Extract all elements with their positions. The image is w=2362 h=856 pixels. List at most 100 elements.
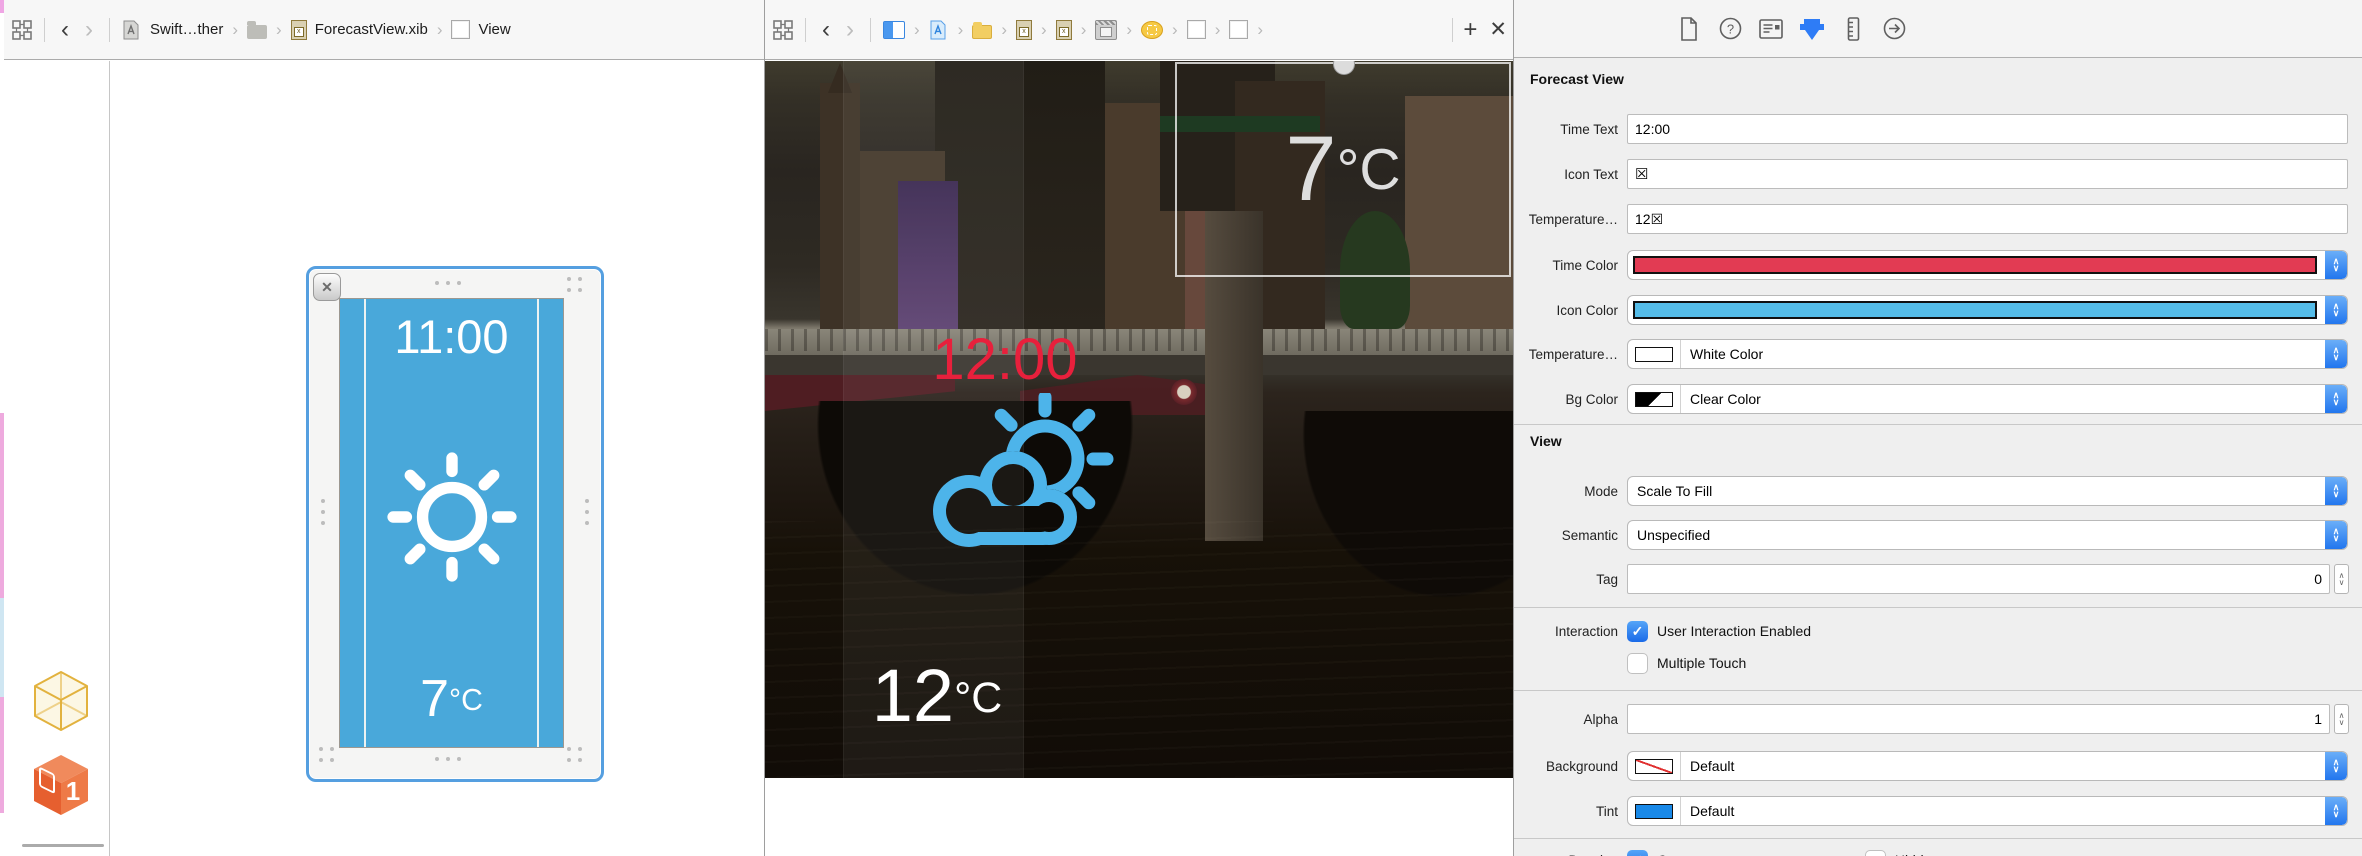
related-items-icon[interactable] [12, 19, 32, 40]
app-target-icon[interactable] [929, 20, 949, 40]
first-responder-icon[interactable]: 1 [32, 753, 90, 822]
resize-handle-dots[interactable] [435, 281, 439, 285]
assistant-jump-bar: ‹ › › › › x › x › › › › › + ✕ [765, 0, 1513, 60]
xib-file-icon: x [290, 19, 307, 40]
divider [870, 17, 871, 42]
add-assistant-button[interactable]: + [1457, 17, 1483, 42]
icon-text-field[interactable]: ☒ [1627, 159, 2348, 189]
field-label: Alpha [1583, 711, 1618, 727]
resize-handle-dots[interactable] [567, 747, 571, 751]
quick-help-inspector-tab[interactable]: ? [1718, 17, 1742, 41]
xib-file-icon[interactable]: x [1055, 19, 1072, 40]
resize-handle-dots[interactable] [319, 747, 323, 751]
forward-button[interactable]: › [81, 17, 97, 42]
counterparts-icon[interactable] [883, 20, 905, 39]
partly-cloudy-icon[interactable] [917, 390, 1117, 578]
connections-inspector-tab[interactable] [1882, 17, 1906, 41]
popup-arrows[interactable]: ∧ ∨ [2325, 477, 2347, 505]
view-icon[interactable] [1229, 20, 1249, 39]
alpha-field[interactable]: 1 [1627, 704, 2330, 734]
forward-button[interactable]: › [842, 17, 858, 42]
field-label: Temperature… [1528, 211, 1618, 227]
selection-knob[interactable] [1333, 61, 1355, 75]
related-items-icon[interactable] [773, 19, 793, 40]
temperature-label[interactable]: 7°C [420, 669, 483, 729]
bg-color-popup[interactable]: Clear Color ∧ ∨ [1627, 384, 2348, 414]
breadcrumb-project[interactable]: Swift…ther [150, 21, 223, 38]
color-swatch-button[interactable] [1628, 385, 1681, 413]
time-color-well[interactable]: ∧ ∨ [1627, 250, 2348, 280]
resize-handle-dots[interactable] [585, 499, 589, 503]
background-popup[interactable]: Default ∧ ∨ [1627, 751, 2348, 781]
clear-color-swatch [1635, 391, 1673, 407]
field-label: Temperature… [1528, 346, 1618, 362]
multiple-touch-checkbox[interactable] [1627, 652, 1648, 674]
icon-color-well[interactable]: ∧ ∨ [1627, 295, 2348, 325]
alpha-stepper[interactable]: ∧ ∨ [2334, 704, 2349, 734]
field-label: Tag [1596, 571, 1618, 587]
temperature-text-field[interactable]: 12☒ [1627, 204, 2348, 234]
close-icon[interactable]: ✕ [313, 273, 341, 301]
tag-stepper[interactable]: ∧ ∨ [2334, 564, 2349, 594]
tag-field[interactable]: 0 [1627, 564, 2330, 594]
color-dropdown-arrows[interactable]: ∧ ∨ [2325, 296, 2347, 324]
time-label[interactable]: 11:00 [394, 309, 508, 364]
preview-temperature-label[interactable]: 12°C [827, 653, 1047, 738]
temperature-color-popup[interactable]: White Color ∧ ∨ [1627, 339, 2348, 369]
popup-arrows[interactable]: ∧ ∨ [2325, 340, 2347, 368]
opaque-checkbox[interactable]: ✓ [1627, 849, 1648, 856]
multiple-touch-row: Multiple Touch [1514, 650, 2362, 676]
forecast-column: 11:00 7°C [365, 299, 538, 747]
resize-handle-dots[interactable] [567, 277, 571, 281]
hidden-checkbox[interactable] [1864, 849, 1886, 856]
semantic-popup[interactable]: Unspecified ∧ ∨ [1627, 520, 2348, 550]
folder-icon[interactable] [247, 20, 268, 39]
popup-arrows[interactable]: ∧ ∨ [2325, 797, 2347, 825]
breadcrumb-file[interactable]: ForecastView.xib [315, 21, 428, 38]
sun-icon[interactable] [376, 441, 528, 593]
popup-arrows[interactable]: ∧ ∨ [2325, 385, 2347, 413]
mode-popup[interactable]: Scale To Fill ∧ ∨ [1627, 476, 2348, 506]
attributes-inspector-tab[interactable] [1800, 17, 1824, 41]
view-icon[interactable] [1186, 20, 1206, 39]
popup-arrows[interactable]: ∧ ∨ [2325, 521, 2347, 549]
breadcrumb-view[interactable]: View [478, 21, 510, 38]
color-swatch-button[interactable] [1628, 797, 1681, 825]
user-interaction-checkbox[interactable]: ✓ [1627, 620, 1648, 642]
field-label: Icon Color [1556, 302, 1618, 318]
field-label: Tint [1595, 803, 1618, 819]
close-assistant-button[interactable]: ✕ [1483, 19, 1513, 40]
section-title-forecast-view: Forecast View [1530, 71, 1624, 87]
popup-arrows[interactable]: ∧ ∨ [2325, 752, 2347, 780]
back-button[interactable]: ‹ [57, 17, 73, 42]
chevron-icon: › [1214, 19, 1221, 39]
file-inspector-tab[interactable] [1677, 16, 1701, 41]
xib-file-icon[interactable]: x [1016, 19, 1033, 40]
resize-handle-dots[interactable] [321, 499, 325, 503]
tint-popup[interactable]: Default ∧ ∨ [1627, 796, 2348, 826]
size-inspector-tab[interactable] [1841, 16, 1865, 41]
mode-row: Mode Scale To Fill ∧ ∨ [1514, 474, 2362, 508]
pane-divider[interactable] [1513, 0, 1514, 856]
horizontal-scrollbar[interactable] [22, 844, 104, 847]
white-color-swatch [1635, 346, 1673, 362]
color-swatch-button[interactable] [1628, 752, 1681, 780]
selected-temperature-label[interactable]: 7 °C [1175, 61, 1511, 277]
color-swatch-button[interactable] [1628, 340, 1681, 368]
checkbox-label: Opaque [1657, 852, 1707, 856]
files-owner-icon[interactable] [32, 669, 90, 738]
folder-icon[interactable] [972, 21, 993, 39]
time-text-field[interactable]: 12:00 [1627, 114, 2348, 144]
pane-divider[interactable] [764, 0, 765, 856]
forecast-view-screen[interactable]: 11:00 7°C [339, 298, 564, 748]
scene-icon[interactable] [1095, 19, 1118, 40]
identity-inspector-tab[interactable] [1759, 17, 1783, 41]
back-button[interactable]: ‹ [818, 17, 834, 42]
color-dropdown-arrows[interactable]: ∧ ∨ [2325, 251, 2347, 279]
preview-time-label[interactable]: 12:00 [905, 326, 1105, 393]
resize-handle-dots[interactable] [435, 757, 439, 761]
object-icon[interactable] [1141, 20, 1164, 39]
group-divider [1514, 607, 2362, 608]
ib-design-canvas[interactable]: ✕ 11:00 7°C [114, 61, 764, 856]
forecast-view-design[interactable]: ✕ 11:00 7°C [306, 266, 604, 782]
